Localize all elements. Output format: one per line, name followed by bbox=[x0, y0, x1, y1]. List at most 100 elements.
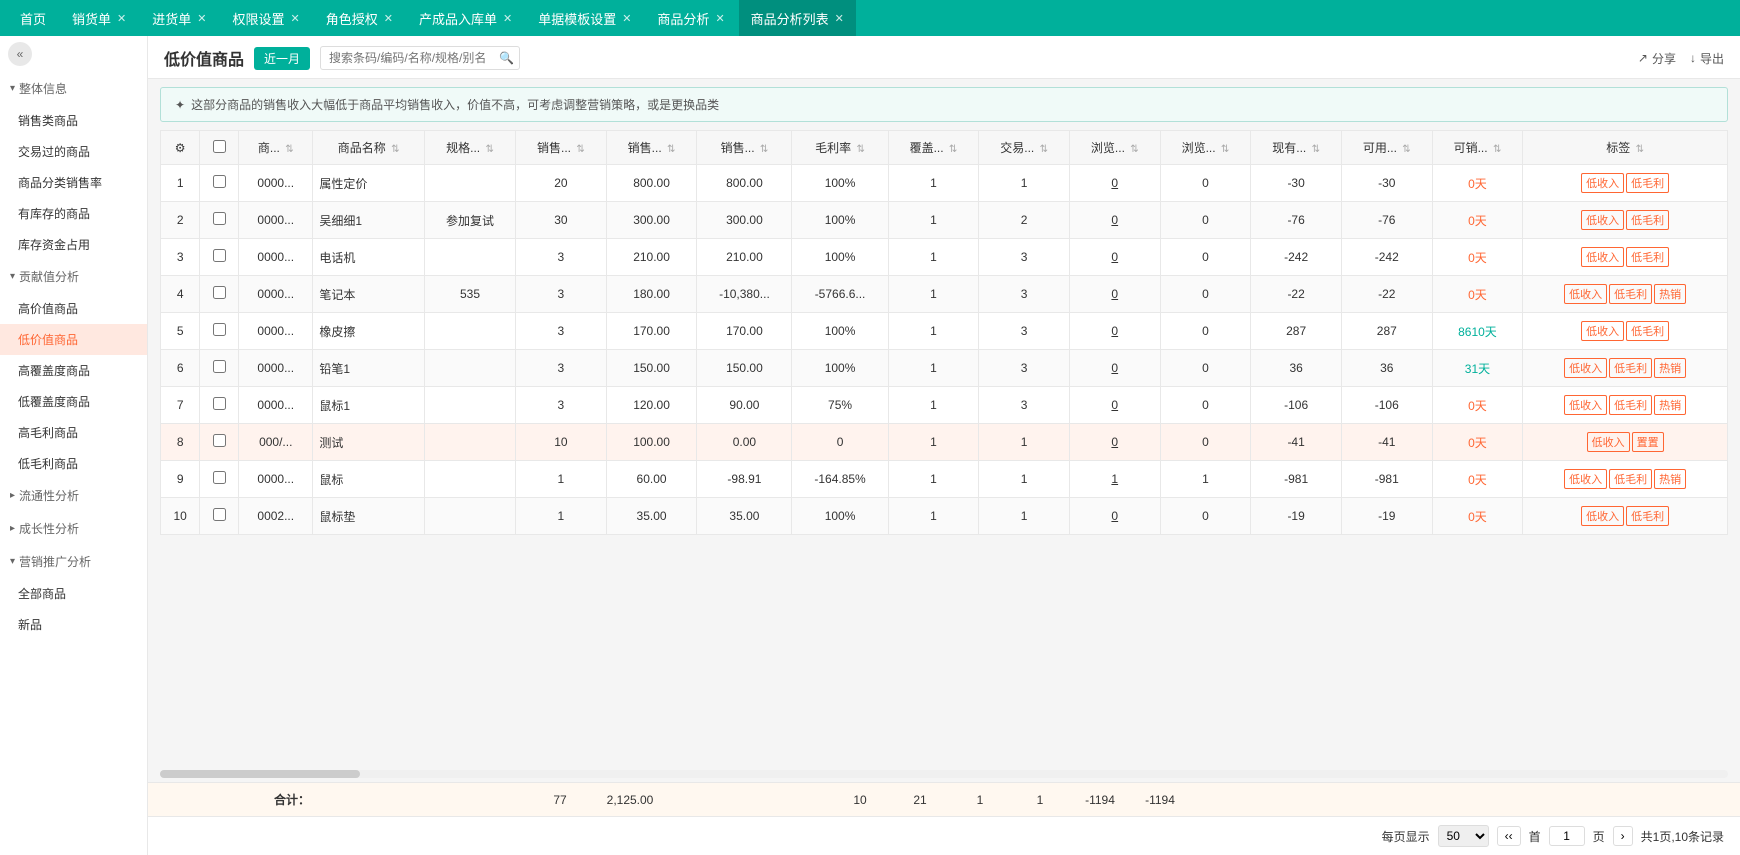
row-checkbox[interactable] bbox=[213, 323, 226, 336]
cell-checkbox[interactable] bbox=[200, 461, 239, 498]
col-checkbox[interactable] bbox=[200, 131, 239, 165]
close-analysis-list[interactable]: ✕ bbox=[835, 12, 844, 25]
close-templates[interactable]: ✕ bbox=[622, 12, 631, 25]
cell-browse1[interactable]: 0 bbox=[1069, 387, 1160, 424]
nav-purchase[interactable]: 进货单 ✕ bbox=[140, 0, 218, 36]
col-cover[interactable]: 覆盖... ⇅ bbox=[888, 131, 979, 165]
col-settings[interactable]: ⚙ bbox=[161, 131, 200, 165]
nav-products[interactable]: 产成品入库单 ✕ bbox=[407, 0, 524, 36]
row-checkbox[interactable] bbox=[213, 397, 226, 410]
close-sales[interactable]: ✕ bbox=[117, 12, 126, 25]
cell-checkbox[interactable] bbox=[200, 239, 239, 276]
cell-checkbox[interactable] bbox=[200, 498, 239, 535]
select-all-checkbox[interactable] bbox=[213, 140, 226, 153]
filter-btn[interactable]: 近一月 bbox=[254, 47, 310, 70]
col-s1[interactable]: 销售... ⇅ bbox=[516, 131, 607, 165]
search-input[interactable] bbox=[320, 46, 520, 70]
next-page-btn[interactable]: › bbox=[1613, 826, 1633, 846]
cell-checkbox[interactable] bbox=[200, 313, 239, 350]
pagination-bar: 每页显示 50 100 200 ‹‹ 首 页 › 共1页,10条记录 bbox=[148, 816, 1740, 855]
col-trade[interactable]: 交易... ⇅ bbox=[979, 131, 1070, 165]
cell-browse1[interactable]: 0 bbox=[1069, 313, 1160, 350]
cell-browse1[interactable]: 1 bbox=[1069, 461, 1160, 498]
sidebar-group-growth[interactable]: ▸ 成长性分析 bbox=[0, 512, 147, 545]
cell-checkbox[interactable] bbox=[200, 350, 239, 387]
per-page-select[interactable]: 50 100 200 bbox=[1438, 825, 1489, 847]
close-roles[interactable]: ✕ bbox=[384, 12, 393, 25]
sidebar-all-goods[interactable]: 全部商品 bbox=[0, 578, 147, 609]
close-permissions[interactable]: ✕ bbox=[291, 12, 300, 25]
cell-browse1[interactable]: 0 bbox=[1069, 350, 1160, 387]
col-code[interactable]: 商... ⇅ bbox=[239, 131, 313, 165]
nav-home[interactable]: 首页 bbox=[8, 0, 58, 36]
col-s2[interactable]: 销售... ⇅ bbox=[606, 131, 697, 165]
sidebar-high-coverage[interactable]: 高覆盖度商品 bbox=[0, 355, 147, 386]
col-browse1[interactable]: 浏览... ⇅ bbox=[1069, 131, 1160, 165]
sidebar-high-margin[interactable]: 高毛利商品 bbox=[0, 417, 147, 448]
row-checkbox[interactable] bbox=[213, 286, 226, 299]
sidebar-low-value[interactable]: 低价值商品 bbox=[0, 324, 147, 355]
row-checkbox[interactable] bbox=[213, 249, 226, 262]
cell-num: 3 bbox=[161, 239, 200, 276]
cell-checkbox[interactable] bbox=[200, 276, 239, 313]
cell-checkbox[interactable] bbox=[200, 424, 239, 461]
col-gross[interactable]: 毛利率 ⇅ bbox=[792, 131, 888, 165]
cell-checkbox[interactable] bbox=[200, 202, 239, 239]
row-checkbox[interactable] bbox=[213, 471, 226, 484]
col-name[interactable]: 商品名称 ⇅ bbox=[313, 131, 425, 165]
nav-analysis-list[interactable]: 商品分析列表 ✕ bbox=[739, 0, 856, 36]
sidebar-high-value[interactable]: 高价值商品 bbox=[0, 293, 147, 324]
nav-templates[interactable]: 单据模板设置 ✕ bbox=[526, 0, 643, 36]
row-checkbox[interactable] bbox=[213, 360, 226, 373]
close-analysis[interactable]: ✕ bbox=[715, 12, 724, 25]
horizontal-scrollbar[interactable] bbox=[160, 770, 1728, 778]
sidebar-group-overall[interactable]: ▾ 整体信息 bbox=[0, 72, 147, 105]
content-area: 低价值商品 近一月 🔍 ↗ 分享 ↓ 导出 ✦ 这部分 bbox=[148, 36, 1740, 855]
col-s3[interactable]: 销售... ⇅ bbox=[697, 131, 792, 165]
nav-roles[interactable]: 角色授权 ✕ bbox=[314, 0, 405, 36]
cell-browse1[interactable]: 0 bbox=[1069, 202, 1160, 239]
sidebar-group-contrib[interactable]: ▾ 贡献值分析 bbox=[0, 260, 147, 293]
cell-browse1[interactable]: 0 bbox=[1069, 276, 1160, 313]
sidebar-sales-goods[interactable]: 销售类商品 bbox=[0, 105, 147, 136]
sidebar-stock-fund[interactable]: 库存资金占用 bbox=[0, 229, 147, 260]
row-checkbox[interactable] bbox=[213, 508, 226, 521]
search-icon[interactable]: 🔍 bbox=[499, 51, 514, 65]
sidebar-group-marketing[interactable]: ▾ 营销推广分析 bbox=[0, 545, 147, 578]
cell-browse1[interactable]: 0 bbox=[1069, 424, 1160, 461]
page-number-input[interactable] bbox=[1549, 826, 1585, 846]
export-btn[interactable]: ↓ 导出 bbox=[1690, 50, 1724, 67]
row-checkbox[interactable] bbox=[213, 212, 226, 225]
scrollbar-thumb[interactable] bbox=[160, 770, 360, 778]
close-purchase[interactable]: ✕ bbox=[197, 12, 206, 25]
sidebar-group-flow[interactable]: ▸ 流通性分析 bbox=[0, 479, 147, 512]
cell-browse1[interactable]: 0 bbox=[1069, 165, 1160, 202]
cell-browse1[interactable]: 0 bbox=[1069, 239, 1160, 276]
cell-browse1[interactable]: 0 bbox=[1069, 498, 1160, 535]
row-checkbox[interactable] bbox=[213, 434, 226, 447]
share-btn[interactable]: ↗ 分享 bbox=[1638, 50, 1676, 67]
sidebar-low-margin[interactable]: 低毛利商品 bbox=[0, 448, 147, 479]
cell-s3: 300.00 bbox=[697, 202, 792, 239]
cell-checkbox[interactable] bbox=[200, 165, 239, 202]
cell-checkbox[interactable] bbox=[200, 387, 239, 424]
col-spec[interactable]: 规格... ⇅ bbox=[424, 131, 515, 165]
sidebar-traded-goods[interactable]: 交易过的商品 bbox=[0, 136, 147, 167]
sidebar-low-coverage[interactable]: 低覆盖度商品 bbox=[0, 386, 147, 417]
nav-permissions[interactable]: 权限设置 ✕ bbox=[220, 0, 311, 36]
sidebar-stock-goods[interactable]: 有库存的商品 bbox=[0, 198, 147, 229]
sidebar-category-rate[interactable]: 商品分类销售率 bbox=[0, 167, 147, 198]
col-tags[interactable]: 标签 ⇅ bbox=[1523, 131, 1728, 165]
nav-sales[interactable]: 销货单 ✕ bbox=[60, 0, 138, 36]
close-products[interactable]: ✕ bbox=[503, 12, 512, 25]
sidebar-collapse-btn[interactable]: « bbox=[8, 42, 32, 66]
col-browse2[interactable]: 浏览... ⇅ bbox=[1160, 131, 1251, 165]
nav-analysis[interactable]: 商品分析 ✕ bbox=[645, 0, 736, 36]
col-stock3[interactable]: 可销... ⇅ bbox=[1432, 131, 1523, 165]
row-checkbox[interactable] bbox=[213, 175, 226, 188]
first-page-btn[interactable]: ‹‹ bbox=[1497, 826, 1521, 846]
col-stock1[interactable]: 现有... ⇅ bbox=[1251, 131, 1342, 165]
sidebar-new-goods[interactable]: 新品 bbox=[0, 609, 147, 640]
main-layout: « ▾ 整体信息 销售类商品 交易过的商品 商品分类销售率 有库存的商品 库存资… bbox=[0, 36, 1740, 855]
col-stock2[interactable]: 可用... ⇅ bbox=[1341, 131, 1432, 165]
